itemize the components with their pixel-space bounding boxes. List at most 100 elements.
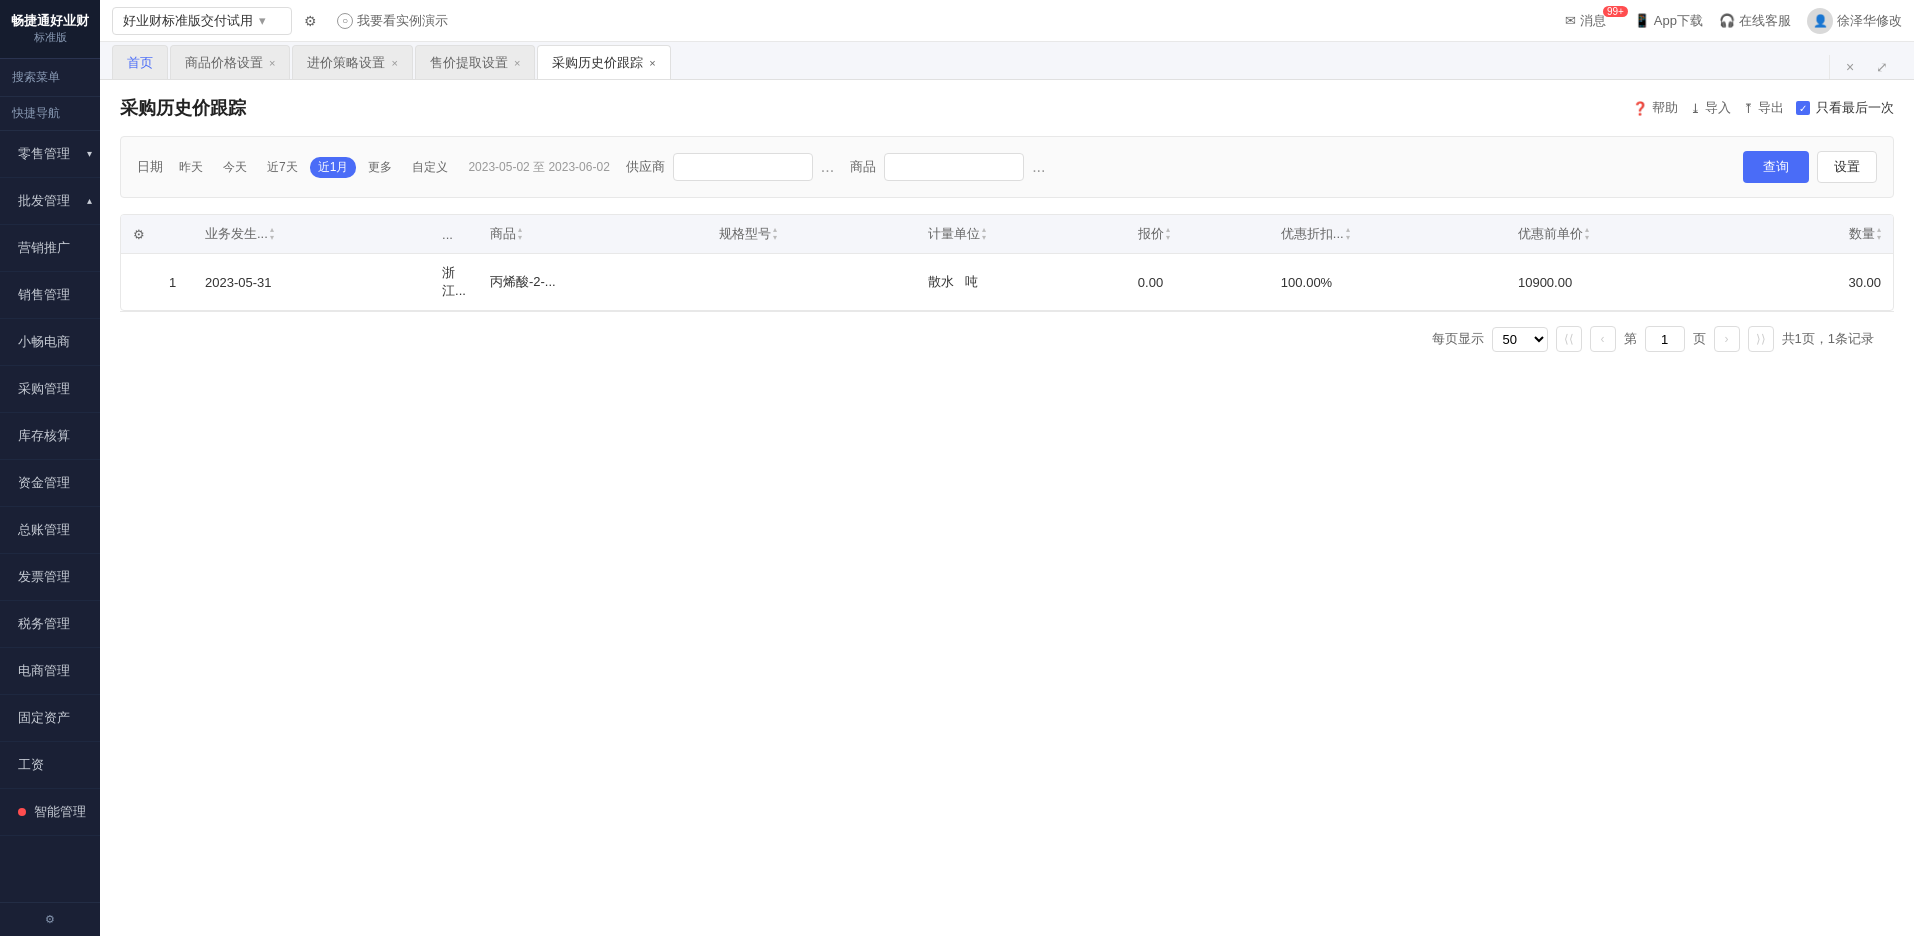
sidebar-item-marketing[interactable]: 营销推广 xyxy=(0,225,100,272)
tab-sale-price[interactable]: 售价提取设置 × xyxy=(415,45,535,79)
th-more[interactable]: ... xyxy=(430,215,478,254)
chevron-down-icon: ▾ xyxy=(87,148,92,159)
gear-icon: ⚙ xyxy=(133,227,145,242)
sidebar-search[interactable]: 搜索菜单 xyxy=(0,59,100,97)
th-price[interactable]: 报价 ▴▾ xyxy=(1126,215,1269,254)
date-btn-today[interactable]: 今天 xyxy=(215,157,255,178)
topbar-gear-icon[interactable]: ⚙ xyxy=(300,9,321,33)
sidebar-item-label: 工资 xyxy=(18,756,44,774)
sort-icon: ▴▾ xyxy=(1585,226,1589,242)
window-maximize-btn[interactable]: ⤢ xyxy=(1870,55,1894,79)
phone-icon: 📱 xyxy=(1634,13,1650,28)
date-btn-7days[interactable]: 近7天 xyxy=(259,157,306,178)
th-goods[interactable]: 商品 ▴▾ xyxy=(478,215,707,254)
next-page-btn[interactable]: › xyxy=(1714,326,1740,352)
sidebar-bottom-gear[interactable]: ⚙ xyxy=(0,902,100,936)
supplier-dots[interactable]: ... xyxy=(821,158,834,176)
table-row[interactable]: 1 2023-05-31 浙江... 丙烯酸-2-... 散水 吨 0.00 xyxy=(121,254,1893,311)
date-btn-more[interactable]: 更多 xyxy=(360,157,400,178)
sidebar-item-salary[interactable]: 工资 xyxy=(0,742,100,789)
topbar-right: ✉ 消息 99+ 📱 App下载 🎧 在线客服 👤 徐泽华修改 xyxy=(1565,8,1902,34)
th-spec-label: 规格型号 xyxy=(719,225,771,243)
page-input[interactable] xyxy=(1645,326,1685,352)
topbar-demo-btn[interactable]: ○ 我要看实例演示 xyxy=(337,12,448,30)
th-gear[interactable]: ⚙ xyxy=(121,215,157,254)
app-download-label: App下载 xyxy=(1654,12,1703,30)
close-icon[interactable]: × xyxy=(269,57,275,69)
goods-input[interactable] xyxy=(884,153,1024,181)
sidebar-item-purchase[interactable]: 采购管理 xyxy=(0,366,100,413)
sidebar-item-finance[interactable]: 资金管理 xyxy=(0,460,100,507)
th-quantity[interactable]: 数量 ▴▾ xyxy=(1749,215,1893,254)
sort-icon: ▴▾ xyxy=(773,226,777,242)
date-btn-yesterday[interactable]: 昨天 xyxy=(171,157,211,178)
row-quantity: 30.00 xyxy=(1749,254,1893,311)
selector-text: 好业财标准版交付试用 xyxy=(123,12,253,30)
sidebar-item-label: 固定资产 xyxy=(18,709,70,727)
app-download-btn[interactable]: 📱 App下载 xyxy=(1634,12,1703,30)
page-content: 采购历史价跟踪 ❓ 帮助 ⤓ 导入 ⤒ 导出 ✓ xyxy=(100,80,1914,936)
sort-icon: ▴▾ xyxy=(518,226,522,242)
close-icon[interactable]: × xyxy=(514,57,520,69)
row-pre-discount-price: 10900.00 xyxy=(1506,254,1749,311)
goods-dots[interactable]: ... xyxy=(1032,158,1045,176)
query-button[interactable]: 查询 xyxy=(1743,151,1809,183)
date-btn-custom[interactable]: 自定义 xyxy=(404,157,456,178)
only-latest-toggle[interactable]: ✓ 只看最后一次 xyxy=(1796,99,1894,117)
tab-home-label: 首页 xyxy=(127,54,153,72)
sidebar: 畅捷通好业财 标准版 搜索菜单 快捷导航 零售管理 ▾ 批发管理 ▴ 营销推广 … xyxy=(0,0,100,936)
only-latest-label: 只看最后一次 xyxy=(1816,99,1894,117)
tab-purchase-strategy-label: 进价策略设置 xyxy=(307,54,385,72)
sidebar-item-label: 批发管理 xyxy=(18,192,70,210)
sidebar-item-sales[interactable]: 销售管理 xyxy=(0,272,100,319)
th-date[interactable]: 业务发生... ▴▾ xyxy=(193,215,430,254)
th-spec[interactable]: 规格型号 ▴▾ xyxy=(707,215,916,254)
topbar-selector[interactable]: 好业财标准版交付试用 ▾ xyxy=(112,7,292,35)
tab-price-settings[interactable]: 商品价格设置 × xyxy=(170,45,290,79)
messages-btn[interactable]: ✉ 消息 99+ xyxy=(1565,12,1618,30)
window-close-btn[interactable]: × xyxy=(1838,55,1862,79)
sidebar-item-general[interactable]: 总账管理 xyxy=(0,507,100,554)
sort-icon: ▴▾ xyxy=(982,226,986,242)
page-title: 采购历史价跟踪 xyxy=(120,96,246,120)
last-page-btn[interactable]: ⟩⟩ xyxy=(1748,326,1774,352)
user-menu-btn[interactable]: 👤 徐泽华修改 xyxy=(1807,8,1902,34)
sidebar-item-smart[interactable]: 智能管理 xyxy=(0,789,100,836)
th-unit[interactable]: 计量单位 ▴▾ xyxy=(916,215,1125,254)
per-page-select[interactable]: 50 20 100 xyxy=(1492,327,1548,352)
main-area: 好业财标准版交付试用 ▾ ⚙ ○ 我要看实例演示 ✉ 消息 99+ 📱 App下… xyxy=(100,0,1914,936)
prev-page-btn[interactable]: ‹ xyxy=(1590,326,1616,352)
headset-icon: 🎧 xyxy=(1719,13,1735,28)
sidebar-item-ecommerce[interactable]: 电商管理 xyxy=(0,648,100,695)
sidebar-item-retail[interactable]: 零售管理 ▾ xyxy=(0,131,100,178)
tab-home[interactable]: 首页 xyxy=(112,45,168,79)
filter-row: 日期 昨天 今天 近7天 近1月 更多 自定义 2023-05-02 至 202… xyxy=(137,151,1877,183)
user-label: 徐泽华修改 xyxy=(1837,12,1902,30)
sidebar-item-wholesale[interactable]: 批发管理 ▴ xyxy=(0,178,100,225)
sidebar-item-inventory[interactable]: 库存核算 xyxy=(0,413,100,460)
export-label: 导出 xyxy=(1758,99,1784,117)
settings-button[interactable]: 设置 xyxy=(1817,151,1877,183)
sidebar-item-tax[interactable]: 税务管理 xyxy=(0,601,100,648)
table-header-row: ⚙ 业务发生... ▴▾ ... xyxy=(121,215,1893,254)
import-btn[interactable]: ⤓ 导入 xyxy=(1690,99,1731,117)
th-discount[interactable]: 优惠折扣... ▴▾ xyxy=(1269,215,1506,254)
th-pre-discount-price-label: 优惠前单价 xyxy=(1518,225,1583,243)
online-service-btn[interactable]: 🎧 在线客服 xyxy=(1719,12,1791,30)
smart-dot-icon xyxy=(18,808,26,816)
export-btn[interactable]: ⤒ 导出 xyxy=(1743,99,1784,117)
tab-purchase-strategy[interactable]: 进价策略设置 × xyxy=(292,45,412,79)
th-pre-discount-price[interactable]: 优惠前单价 ▴▾ xyxy=(1506,215,1749,254)
sidebar-item-fixed-assets[interactable]: 固定资产 xyxy=(0,695,100,742)
sidebar-quicknav[interactable]: 快捷导航 xyxy=(0,97,100,131)
date-btn-1month[interactable]: 近1月 xyxy=(310,157,357,178)
sidebar-item-invoice[interactable]: 发票管理 xyxy=(0,554,100,601)
sidebar-item-ecommerce-s[interactable]: 小畅电商 xyxy=(0,319,100,366)
tab-purchase-history[interactable]: 采购历史价跟踪 × xyxy=(537,45,670,79)
first-page-btn[interactable]: ⟨⟨ xyxy=(1556,326,1582,352)
help-btn[interactable]: ❓ 帮助 xyxy=(1632,99,1678,117)
supplier-input[interactable] xyxy=(673,153,813,181)
row-date: 2023-05-31 xyxy=(193,254,430,311)
close-icon[interactable]: × xyxy=(649,57,655,69)
close-icon[interactable]: × xyxy=(391,57,397,69)
